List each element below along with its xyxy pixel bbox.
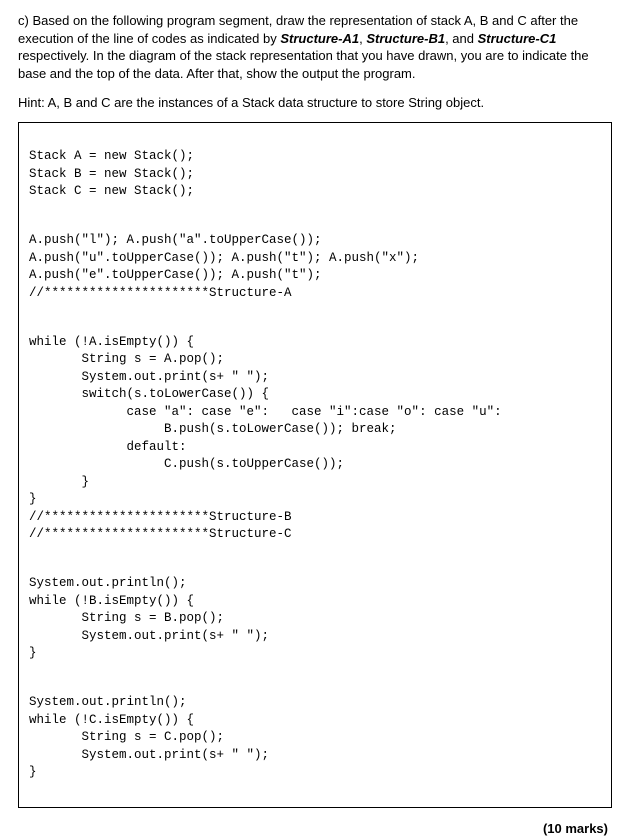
question-prompt: c) Based on the following program segmen…: [18, 12, 612, 82]
code-listing: Stack A = new Stack(); Stack B = new Sta…: [18, 122, 612, 809]
bold-structure-a1: Structure-A1: [280, 31, 359, 46]
code-block-2: A.push("l"); A.push("a".toUpperCase()); …: [29, 232, 601, 302]
question-rest: respectively. In the diagram of the stac…: [18, 48, 589, 81]
code-block-4: System.out.println(); while (!B.isEmpty(…: [29, 575, 601, 663]
q-mid2: , and: [445, 31, 478, 46]
bold-structure-b1: Structure-B1: [366, 31, 445, 46]
marks-label: (10 marks): [18, 820, 612, 838]
code-block-5: System.out.println(); while (!C.isEmpty(…: [29, 694, 601, 782]
bold-structure-c1: Structure-C1: [478, 31, 557, 46]
code-block-1: Stack A = new Stack(); Stack B = new Sta…: [29, 148, 601, 201]
hint-text: Hint: A, B and C are the instances of a …: [18, 94, 612, 112]
question-label: c): [18, 13, 29, 28]
code-block-3: while (!A.isEmpty()) { String s = A.pop(…: [29, 334, 601, 544]
